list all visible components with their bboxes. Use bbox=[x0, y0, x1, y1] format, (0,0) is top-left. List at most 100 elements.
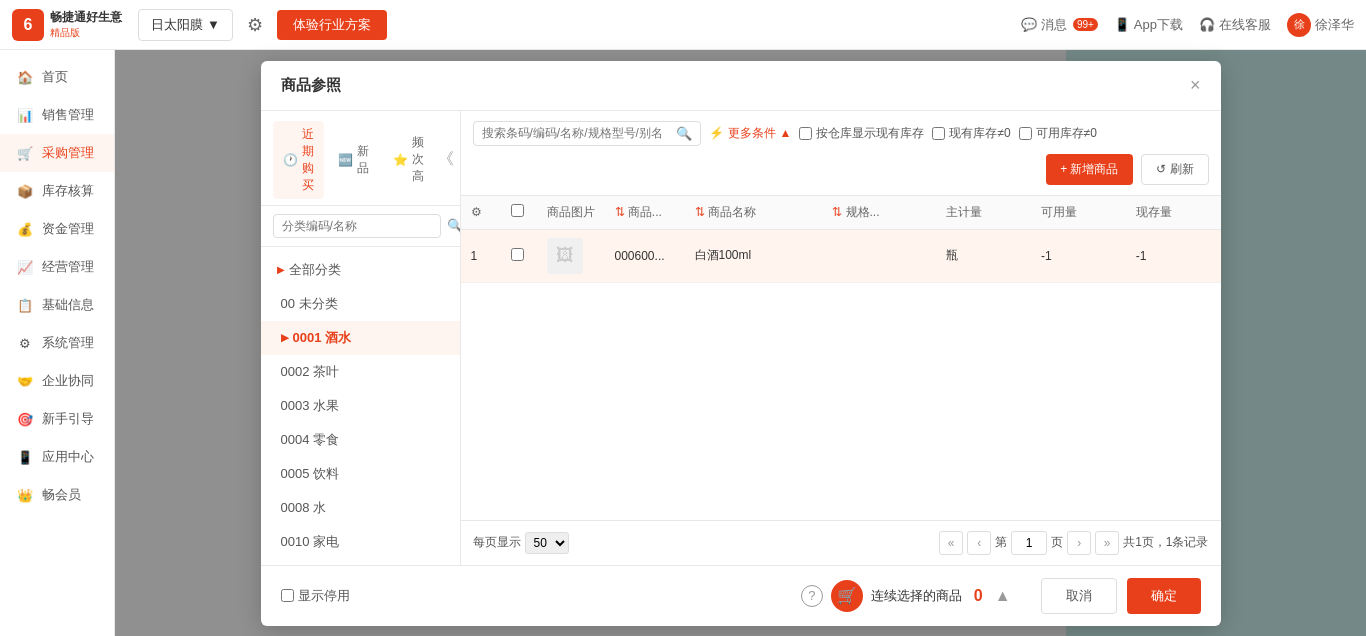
first-page-button[interactable]: « bbox=[939, 531, 963, 555]
cell-unit: 瓶 bbox=[936, 229, 1031, 282]
cat-tab-new[interactable]: 🆕 新品 bbox=[328, 138, 379, 182]
category-search-input[interactable] bbox=[273, 214, 441, 238]
home-icon: 🏠 bbox=[16, 68, 34, 86]
cat-item-4[interactable]: 0004 零食 bbox=[261, 423, 460, 457]
checkbox-available-nonzero[interactable]: 可用库存≠0 bbox=[1019, 125, 1097, 142]
refresh-icon: ↺ bbox=[1156, 162, 1166, 176]
customer-service-button[interactable]: 🎧 在线客服 bbox=[1199, 16, 1271, 34]
product-table: ⚙ 商品图片 ⇅ 商品... bbox=[461, 196, 1221, 283]
help-button[interactable]: ? bbox=[801, 585, 823, 607]
checkbox-warehouse[interactable]: 按仓库显示现有库存 bbox=[799, 125, 924, 142]
th-spec[interactable]: ⇅ 规格... bbox=[822, 196, 936, 230]
sidebar-item-finance[interactable]: 💰 资金管理 bbox=[0, 210, 114, 248]
finance-icon: 💰 bbox=[16, 220, 34, 238]
chevron-down-icon: ▼ bbox=[207, 17, 220, 32]
store-dropdown[interactable]: 日太阳膜 ▼ bbox=[138, 9, 233, 41]
cat-item-2[interactable]: 0002 茶叶 bbox=[261, 355, 460, 389]
collapse-panel-button[interactable]: 《 bbox=[438, 149, 454, 170]
sidebar-item-collab[interactable]: 🤝 企业协同 bbox=[0, 362, 114, 400]
sidebar-item-home[interactable]: 🏠 首页 bbox=[0, 58, 114, 96]
category-search-area: 🔍 bbox=[261, 206, 460, 247]
operations-icon: 📈 bbox=[16, 258, 34, 276]
cart-label: 连续选择的商品 bbox=[871, 587, 962, 605]
phone-icon: 📱 bbox=[1114, 17, 1130, 32]
th-available: 可用量 bbox=[1031, 196, 1126, 230]
sidebar-item-guide[interactable]: 🎯 新手引导 bbox=[0, 400, 114, 438]
row-checkbox[interactable] bbox=[511, 248, 524, 261]
cell-code: 000600... bbox=[605, 229, 685, 282]
cat-item-0[interactable]: 00 未分类 bbox=[261, 287, 460, 321]
cat-item-1[interactable]: ▶ 0001 酒水 bbox=[261, 321, 460, 355]
th-stock: 现存量 bbox=[1126, 196, 1221, 230]
available-nonzero-checkbox[interactable] bbox=[1019, 127, 1032, 140]
collapse-cart-button[interactable]: ▲ bbox=[995, 587, 1011, 605]
product-search-icon[interactable]: 🔍 bbox=[676, 126, 692, 141]
arrow-right-icon: ▶ bbox=[277, 264, 285, 275]
cat-item-3[interactable]: 0003 水果 bbox=[261, 389, 460, 423]
cancel-button[interactable]: 取消 bbox=[1041, 578, 1117, 614]
app-download-button[interactable]: 📱 App下载 bbox=[1114, 16, 1183, 34]
category-search-icon[interactable]: 🔍 bbox=[447, 218, 461, 233]
cell-spec bbox=[822, 229, 936, 282]
product-search-input[interactable] bbox=[482, 126, 672, 140]
top-nav: 6 畅捷通好生意 精品版 日太阳膜 ▼ ⚙ 体验行业方案 💬 消息 99+ 📱 … bbox=[0, 0, 1366, 50]
modal-overlay: 商品参照 × 🕐 近期购买 🆕 bbox=[115, 50, 1366, 636]
headset-icon: 🎧 bbox=[1199, 17, 1215, 32]
product-modal: 商品参照 × 🕐 近期购买 🆕 bbox=[261, 61, 1221, 626]
th-name[interactable]: ⇅ 商品名称 bbox=[685, 196, 823, 230]
cell-check bbox=[501, 229, 537, 282]
sidebar-item-system[interactable]: ⚙ 系统管理 bbox=[0, 324, 114, 362]
avatar: 徐 bbox=[1287, 13, 1311, 37]
modal-body: 🕐 近期购买 🆕 新品 ⭐ 频次高 《 bbox=[261, 111, 1221, 565]
cat-tab-frequent[interactable]: ⭐ 频次高 bbox=[383, 129, 434, 190]
cart-count: 0 bbox=[974, 587, 983, 605]
confirm-button[interactable]: 确定 bbox=[1127, 578, 1201, 614]
cat-item-5[interactable]: 0005 饮料 bbox=[261, 457, 460, 491]
sidebar-item-member[interactable]: 👑 畅会员 bbox=[0, 476, 114, 514]
modal-header: 商品参照 × bbox=[261, 61, 1221, 111]
sidebar-item-purchase[interactable]: 🛒 采购管理 bbox=[0, 134, 114, 172]
refresh-button[interactable]: ↺ 刷新 bbox=[1141, 154, 1209, 185]
footer-mid: ? 🛒 连续选择的商品 0 ▲ bbox=[801, 580, 1011, 612]
sidebar-item-apps[interactable]: 📱 应用中心 bbox=[0, 438, 114, 476]
filter-button[interactable]: ⚡ 更多条件 ▲ bbox=[709, 125, 792, 142]
cat-item-10[interactable]: 0010 家电 bbox=[261, 525, 460, 559]
cat-item-8[interactable]: 0008 水 bbox=[261, 491, 460, 525]
prev-page-button[interactable]: ‹ bbox=[967, 531, 991, 555]
show-disabled-checkbox[interactable] bbox=[281, 589, 294, 602]
sidebar-item-operations[interactable]: 📈 经营管理 bbox=[0, 248, 114, 286]
select-all-checkbox[interactable] bbox=[511, 204, 524, 217]
trial-button[interactable]: 体验行业方案 bbox=[277, 10, 387, 40]
toolbar-right: + 新增商品 ↺ 刷新 bbox=[1046, 154, 1208, 185]
gear-button[interactable]: ⚙ bbox=[241, 8, 269, 42]
member-icon: 👑 bbox=[16, 486, 34, 504]
sidebar-item-inventory[interactable]: 📦 库存核算 bbox=[0, 172, 114, 210]
page-number-input[interactable] bbox=[1011, 531, 1047, 555]
add-product-button[interactable]: + 新增商品 bbox=[1046, 154, 1132, 185]
sidebar-item-basic[interactable]: 📋 基础信息 bbox=[0, 286, 114, 324]
next-page-button[interactable]: › bbox=[1067, 531, 1091, 555]
modal-footer: 显示停用 ? 🛒 连续选择的商品 0 ▲ 取消 确定 bbox=[261, 565, 1221, 626]
table-row[interactable]: 1 🖼 000600... 白酒100ml bbox=[461, 229, 1221, 282]
th-code[interactable]: ⇅ 商品... bbox=[605, 196, 685, 230]
modal-close-button[interactable]: × bbox=[1190, 75, 1201, 96]
message-button[interactable]: 💬 消息 99+ bbox=[1021, 16, 1098, 34]
page-size-dropdown[interactable]: 50 bbox=[525, 532, 569, 554]
cat-item-all[interactable]: ▶ 全部分类 bbox=[261, 253, 460, 287]
category-panel: 🕐 近期购买 🆕 新品 ⭐ 频次高 《 bbox=[261, 111, 461, 565]
sort-icon-code: ⇅ bbox=[615, 205, 625, 219]
user-menu-button[interactable]: 徐 徐泽华 bbox=[1287, 13, 1354, 37]
cat-tab-recent[interactable]: 🕐 近期购买 bbox=[273, 121, 324, 199]
cell-stock: -1 bbox=[1126, 229, 1221, 282]
sort-icon-spec: ⇅ bbox=[832, 205, 842, 219]
cart-button[interactable]: 🛒 bbox=[831, 580, 863, 612]
product-table-wrap: ⚙ 商品图片 ⇅ 商品... bbox=[461, 196, 1221, 520]
pagination: 每页显示 50 « ‹ 第 页 › bbox=[461, 520, 1221, 565]
settings-icon[interactable]: ⚙ bbox=[471, 205, 482, 219]
warehouse-checkbox[interactable] bbox=[799, 127, 812, 140]
stock-nonzero-checkbox[interactable] bbox=[932, 127, 945, 140]
sidebar-item-sales[interactable]: 📊 销售管理 bbox=[0, 96, 114, 134]
last-page-button[interactable]: » bbox=[1095, 531, 1119, 555]
show-disabled-checkbox-label[interactable]: 显示停用 bbox=[281, 587, 350, 605]
checkbox-stock-nonzero[interactable]: 现有库存≠0 bbox=[932, 125, 1010, 142]
